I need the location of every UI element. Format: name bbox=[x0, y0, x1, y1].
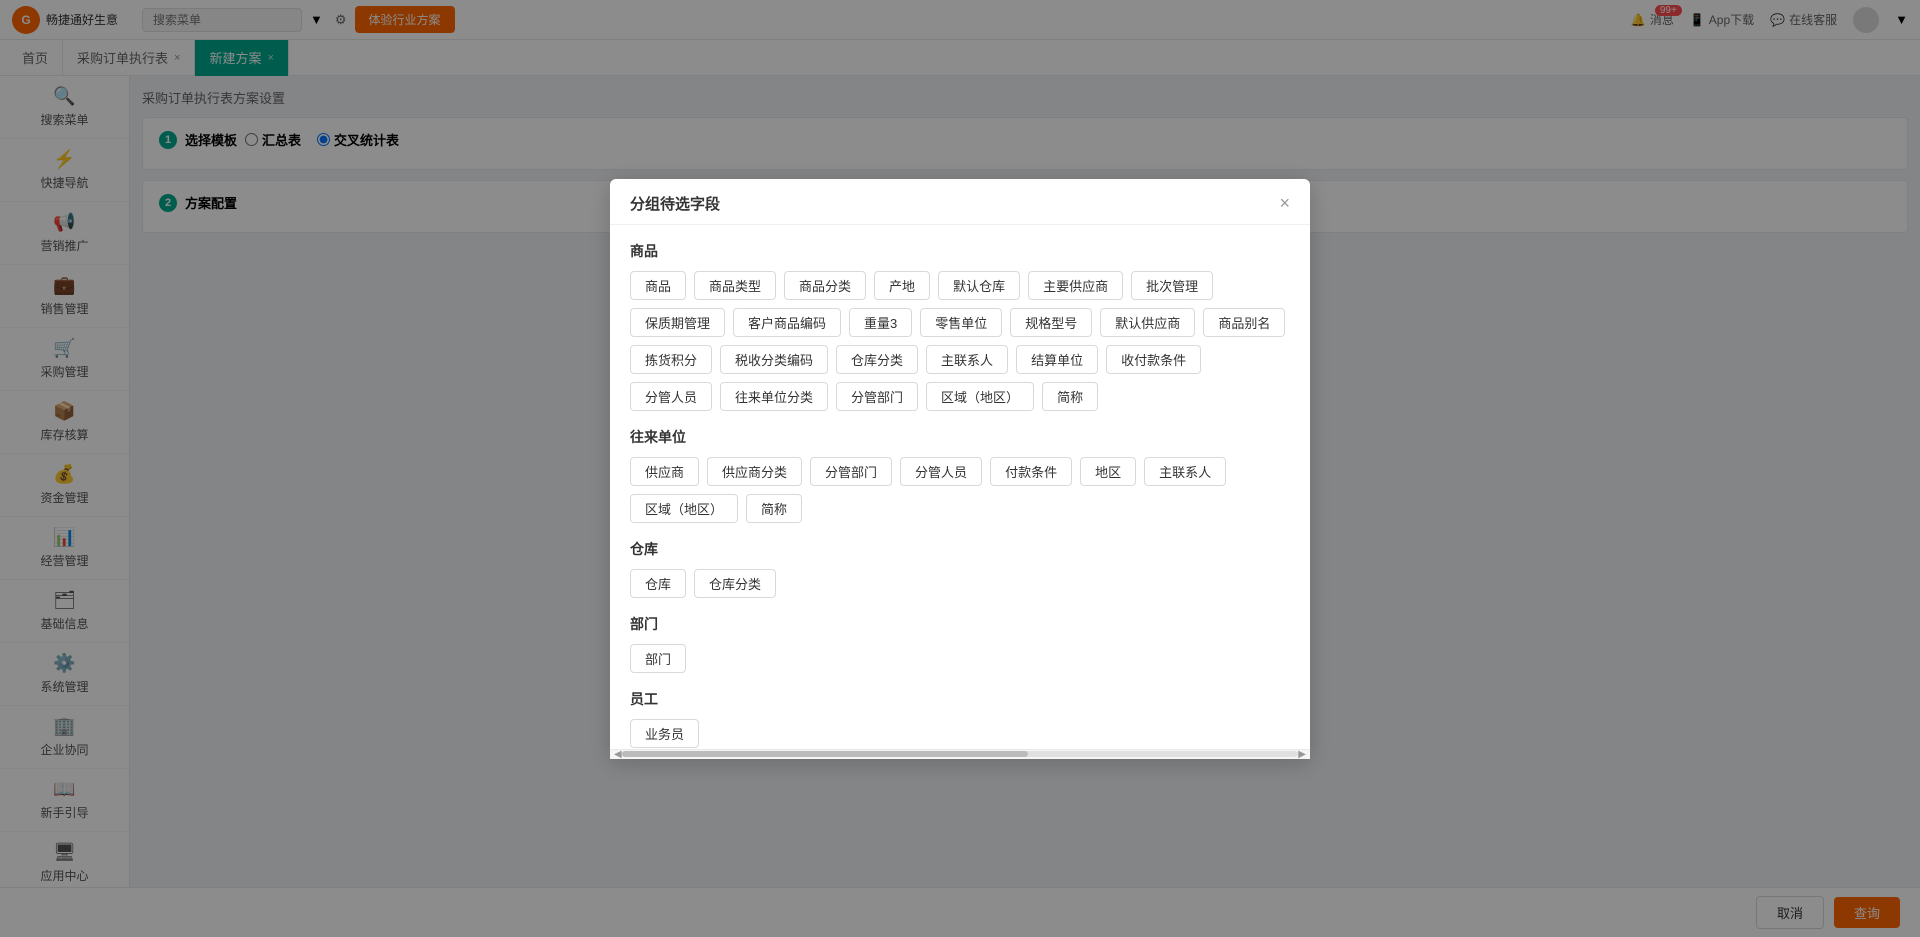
hscroll-track bbox=[622, 751, 1299, 757]
field-tag-0-13[interactable]: 商品别名 bbox=[1203, 308, 1285, 337]
modal-hscroll: ◀ ▶ bbox=[610, 749, 1310, 759]
hscroll-left-arrow[interactable]: ◀ bbox=[614, 749, 622, 760]
field-tags-4: 业务员 bbox=[630, 719, 1290, 748]
field-tag-0-2[interactable]: 商品分类 bbox=[784, 271, 866, 300]
field-tag-0-18[interactable]: 结算单位 bbox=[1016, 345, 1098, 374]
field-tag-1-6[interactable]: 主联系人 bbox=[1144, 457, 1226, 486]
field-tag-3-0[interactable]: 部门 bbox=[630, 644, 686, 673]
field-section-1: 往来单位供应商供应商分类分管部门分管人员付款条件地区主联系人区域（地区） 简称 bbox=[630, 427, 1290, 523]
field-tag-1-5[interactable]: 地区 bbox=[1080, 457, 1136, 486]
modal-title: 分组待选字段 bbox=[630, 193, 720, 214]
field-tag-2-0[interactable]: 仓库 bbox=[630, 569, 686, 598]
field-tag-1-2[interactable]: 分管部门 bbox=[810, 457, 892, 486]
field-tag-0-9[interactable]: 重量3 bbox=[849, 308, 912, 337]
field-section-3: 部门部门 bbox=[630, 614, 1290, 673]
field-tag-1-4[interactable]: 付款条件 bbox=[990, 457, 1072, 486]
field-tag-0-24[interactable]: 简称 bbox=[1042, 382, 1098, 411]
field-tag-4-0[interactable]: 业务员 bbox=[630, 719, 699, 748]
field-tag-0-16[interactable]: 仓库分类 bbox=[836, 345, 918, 374]
field-tag-0-8[interactable]: 客户商品编码 bbox=[733, 308, 841, 337]
field-tags-1: 供应商供应商分类分管部门分管人员付款条件地区主联系人区域（地区） 简称 bbox=[630, 457, 1290, 523]
field-tag-0-23[interactable]: 区域（地区） bbox=[926, 382, 1034, 411]
modal-body: 商品商品商品类型商品分类产地默认仓库主要供应商批次管理保质期管理客户商品编码重量… bbox=[610, 225, 1310, 749]
hscroll-right-arrow[interactable]: ▶ bbox=[1298, 749, 1306, 760]
section-title-0: 商品 bbox=[630, 241, 1290, 261]
field-tag-1-1[interactable]: 供应商分类 bbox=[707, 457, 802, 486]
section-title-4: 员工 bbox=[630, 689, 1290, 709]
field-section-4: 员工业务员 bbox=[630, 689, 1290, 748]
field-tag-0-17[interactable]: 主联系人 bbox=[926, 345, 1008, 374]
field-tag-0-3[interactable]: 产地 bbox=[874, 271, 930, 300]
field-section-2: 仓库仓库仓库分类 bbox=[630, 539, 1290, 598]
section-title-3: 部门 bbox=[630, 614, 1290, 634]
hscroll-thumb bbox=[622, 751, 1028, 757]
field-tags-0: 商品商品类型商品分类产地默认仓库主要供应商批次管理保质期管理客户商品编码重量3 零… bbox=[630, 271, 1290, 411]
field-tag-0-4[interactable]: 默认仓库 bbox=[938, 271, 1020, 300]
field-tag-0-0[interactable]: 商品 bbox=[630, 271, 686, 300]
field-tag-0-21[interactable]: 往来单位分类 bbox=[720, 382, 828, 411]
field-tags-2: 仓库仓库分类 bbox=[630, 569, 1290, 598]
field-select-modal: 分组待选字段 × 商品商品商品类型商品分类产地默认仓库主要供应商批次管理保质期管… bbox=[610, 179, 1310, 759]
field-tag-1-8[interactable]: 简称 bbox=[746, 494, 802, 523]
field-tag-2-1[interactable]: 仓库分类 bbox=[694, 569, 776, 598]
field-tag-0-7[interactable]: 保质期管理 bbox=[630, 308, 725, 337]
field-tag-0-1[interactable]: 商品类型 bbox=[694, 271, 776, 300]
field-tag-0-22[interactable]: 分管部门 bbox=[836, 382, 918, 411]
field-section-0: 商品商品商品类型商品分类产地默认仓库主要供应商批次管理保质期管理客户商品编码重量… bbox=[630, 241, 1290, 411]
modal-header: 分组待选字段 × bbox=[610, 179, 1310, 225]
field-tag-1-3[interactable]: 分管人员 bbox=[900, 457, 982, 486]
section-title-2: 仓库 bbox=[630, 539, 1290, 559]
modal-overlay[interactable]: 分组待选字段 × 商品商品商品类型商品分类产地默认仓库主要供应商批次管理保质期管… bbox=[0, 0, 1920, 937]
field-tag-0-12[interactable]: 默认供应商 bbox=[1100, 308, 1195, 337]
field-tag-0-15[interactable]: 税收分类编码 bbox=[720, 345, 828, 374]
field-tag-1-7[interactable]: 区域（地区） bbox=[630, 494, 738, 523]
field-tag-0-10[interactable]: 零售单位 bbox=[920, 308, 1002, 337]
field-tag-1-0[interactable]: 供应商 bbox=[630, 457, 699, 486]
field-tag-0-14[interactable]: 拣货积分 bbox=[630, 345, 712, 374]
field-tag-0-20[interactable]: 分管人员 bbox=[630, 382, 712, 411]
section-title-1: 往来单位 bbox=[630, 427, 1290, 447]
field-tag-0-5[interactable]: 主要供应商 bbox=[1028, 271, 1123, 300]
field-tag-0-19[interactable]: 收付款条件 bbox=[1106, 345, 1201, 374]
field-tags-3: 部门 bbox=[630, 644, 1290, 673]
modal-close-button[interactable]: × bbox=[1279, 193, 1290, 214]
field-tag-0-6[interactable]: 批次管理 bbox=[1131, 271, 1213, 300]
field-tag-0-11[interactable]: 规格型号 bbox=[1010, 308, 1092, 337]
